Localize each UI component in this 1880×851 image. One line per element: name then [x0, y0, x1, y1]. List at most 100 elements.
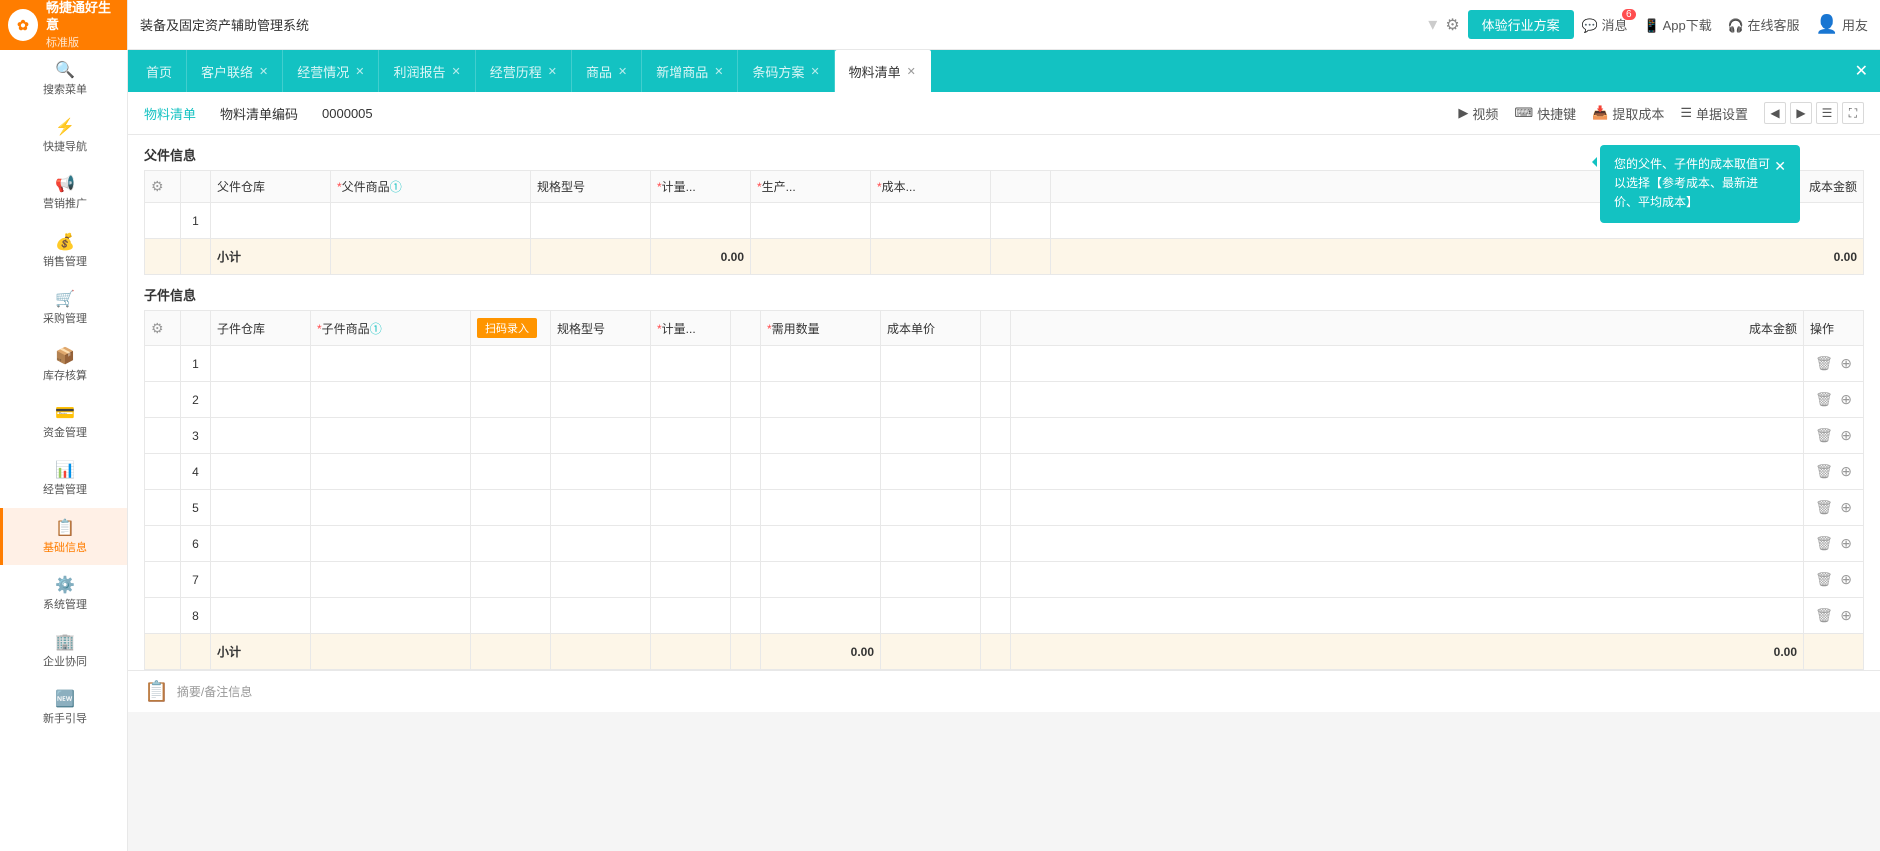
child-row-warehouse-6[interactable] [211, 526, 311, 562]
delete-icon-7[interactable]: 🗑 [1815, 571, 1833, 587]
child-row-qty-5[interactable] [761, 490, 881, 526]
child-row-unitcost-5[interactable] [881, 490, 981, 526]
child-row-unitcost-2[interactable] [881, 382, 981, 418]
child-row-spec-3[interactable] [551, 418, 651, 454]
copy-icon-3[interactable]: ⊕ [1840, 427, 1852, 443]
delete-icon-2[interactable]: 🗑 [1815, 391, 1833, 407]
copy-icon-1[interactable]: ⊕ [1840, 355, 1852, 371]
nav-tab-5[interactable]: 商品✕ [572, 50, 642, 92]
copy-icon-7[interactable]: ⊕ [1840, 571, 1852, 587]
child-row-unitcost-7[interactable] [881, 562, 981, 598]
child-row-unit-6[interactable] [651, 526, 731, 562]
child-row-spec-6[interactable] [551, 526, 651, 562]
tab-close-7[interactable]: ✕ [810, 65, 819, 78]
sidebar-item-inventory[interactable]: 📦库存核算 [0, 336, 127, 393]
child-row-unit-1[interactable] [651, 346, 731, 382]
copy-icon-8[interactable]: ⊕ [1840, 607, 1852, 623]
nav-tab-3[interactable]: 利润报告✕ [379, 50, 475, 92]
nav-tab-4[interactable]: 经营历程✕ [476, 50, 572, 92]
sidebar-item-enterprise[interactable]: 🏢企业协同 [0, 622, 127, 679]
child-row-unitcost-3[interactable] [881, 418, 981, 454]
parent-row-cost-1[interactable] [871, 203, 991, 239]
delete-icon-3[interactable]: 🗑 [1815, 427, 1833, 443]
child-row-warehouse-3[interactable] [211, 418, 311, 454]
view-action[interactable]: ▶ 视频 [1458, 104, 1498, 123]
try-btn[interactable]: 体验行业方案 [1468, 10, 1574, 39]
sidebar-item-search[interactable]: 🔍搜索菜单 [0, 50, 127, 107]
child-row-warehouse-4[interactable] [211, 454, 311, 490]
delete-icon-1[interactable]: 🗑 [1815, 355, 1833, 371]
child-row-product-7[interactable] [311, 562, 471, 598]
child-row-unitcost-1[interactable] [881, 346, 981, 382]
child-row-unitcost-4[interactable] [881, 454, 981, 490]
child-row-product-5[interactable] [311, 490, 471, 526]
copy-icon-6[interactable]: ⊕ [1840, 535, 1852, 551]
nav-next-btn[interactable]: ▶ [1790, 102, 1812, 124]
tab-close-4[interactable]: ✕ [548, 65, 557, 78]
topbar-dropdown-icon[interactable]: ▾ [1428, 14, 1437, 35]
child-row-spec-7[interactable] [551, 562, 651, 598]
child-row-unit-3[interactable] [651, 418, 731, 454]
copy-icon-2[interactable]: ⊕ [1840, 391, 1852, 407]
child-gear-icon[interactable]: ⚙ [151, 320, 164, 336]
child-row-unit-7[interactable] [651, 562, 731, 598]
nav-prev-btn[interactable]: ◀ [1764, 102, 1786, 124]
delete-icon-4[interactable]: 🗑 [1815, 463, 1833, 479]
tooltip-close-icon[interactable]: ✕ [1774, 155, 1786, 177]
child-row-unit-8[interactable] [651, 598, 731, 634]
child-row-unit-5[interactable] [651, 490, 731, 526]
sidebar-item-system[interactable]: ⚙️系统管理 [0, 565, 127, 622]
child-row-unit-2[interactable] [651, 382, 731, 418]
sidebar-item-operations[interactable]: 📊经营管理 [0, 450, 127, 507]
nav-tab-2[interactable]: 经营情况✕ [283, 50, 379, 92]
child-row-product-1[interactable] [311, 346, 471, 382]
child-row-spec-8[interactable] [551, 598, 651, 634]
child-row-qty-2[interactable] [761, 382, 881, 418]
extract-cost-action[interactable]: 📥 提取成本 [1592, 104, 1664, 123]
child-row-unitcost-6[interactable] [881, 526, 981, 562]
child-row-unitcost-8[interactable] [881, 598, 981, 634]
tab-close-6[interactable]: ✕ [714, 65, 723, 78]
child-row-qty-7[interactable] [761, 562, 881, 598]
nav-tab-1[interactable]: 客户联络✕ [187, 50, 283, 92]
delete-icon-8[interactable]: 🗑 [1815, 607, 1833, 623]
child-row-product-4[interactable] [311, 454, 471, 490]
sidebar-item-purchase[interactable]: 🛒采购管理 [0, 279, 127, 336]
tab-close-8[interactable]: ✕ [907, 65, 916, 78]
child-row-product-8[interactable] [311, 598, 471, 634]
child-row-product-6[interactable] [311, 526, 471, 562]
online-service-link[interactable]: 🎧 在线客服 [1728, 15, 1800, 34]
child-row-qty-3[interactable] [761, 418, 881, 454]
scan-btn[interactable]: 扫码录入 [477, 318, 537, 338]
child-row-spec-2[interactable] [551, 382, 651, 418]
tab-close-3[interactable]: ✕ [452, 65, 461, 78]
child-row-unit-4[interactable] [651, 454, 731, 490]
tab-close-1[interactable]: ✕ [259, 65, 268, 78]
sidebar-item-guide[interactable]: 🆕新手引导 [0, 679, 127, 736]
child-row-spec-5[interactable] [551, 490, 651, 526]
copy-icon-4[interactable]: ⊕ [1840, 463, 1852, 479]
topbar-gear-icon[interactable]: ⚙ [1445, 15, 1459, 35]
parent-row-product-1[interactable] [331, 203, 531, 239]
child-row-warehouse-8[interactable] [211, 598, 311, 634]
child-row-qty-4[interactable] [761, 454, 881, 490]
sidebar-item-marketing[interactable]: 📢营销推广 [0, 164, 127, 221]
bottom-add-icon[interactable]: 📋 [144, 679, 169, 704]
tab-close-2[interactable]: ✕ [355, 65, 364, 78]
delete-icon-6[interactable]: 🗑 [1815, 535, 1833, 551]
parent-row-produce-1[interactable] [751, 203, 871, 239]
child-row-spec-1[interactable] [551, 346, 651, 382]
child-row-warehouse-7[interactable] [211, 562, 311, 598]
parent-row-unit-1[interactable] [651, 203, 751, 239]
single-settings-action[interactable]: ☰ 单据设置 [1680, 104, 1748, 123]
child-row-product-2[interactable] [311, 382, 471, 418]
nav-tab-6[interactable]: 新增商品✕ [642, 50, 738, 92]
nav-expand-btn[interactable]: ⛶ [1842, 102, 1864, 124]
child-row-warehouse-2[interactable] [211, 382, 311, 418]
child-row-qty-6[interactable] [761, 526, 881, 562]
child-row-product-3[interactable] [311, 418, 471, 454]
nav-grid-btn[interactable]: ☰ [1816, 102, 1838, 124]
sidebar-item-sales[interactable]: 💰销售管理 [0, 222, 127, 279]
tab-close-5[interactable]: ✕ [618, 65, 627, 78]
nav-tab-7[interactable]: 条码方案✕ [738, 50, 834, 92]
